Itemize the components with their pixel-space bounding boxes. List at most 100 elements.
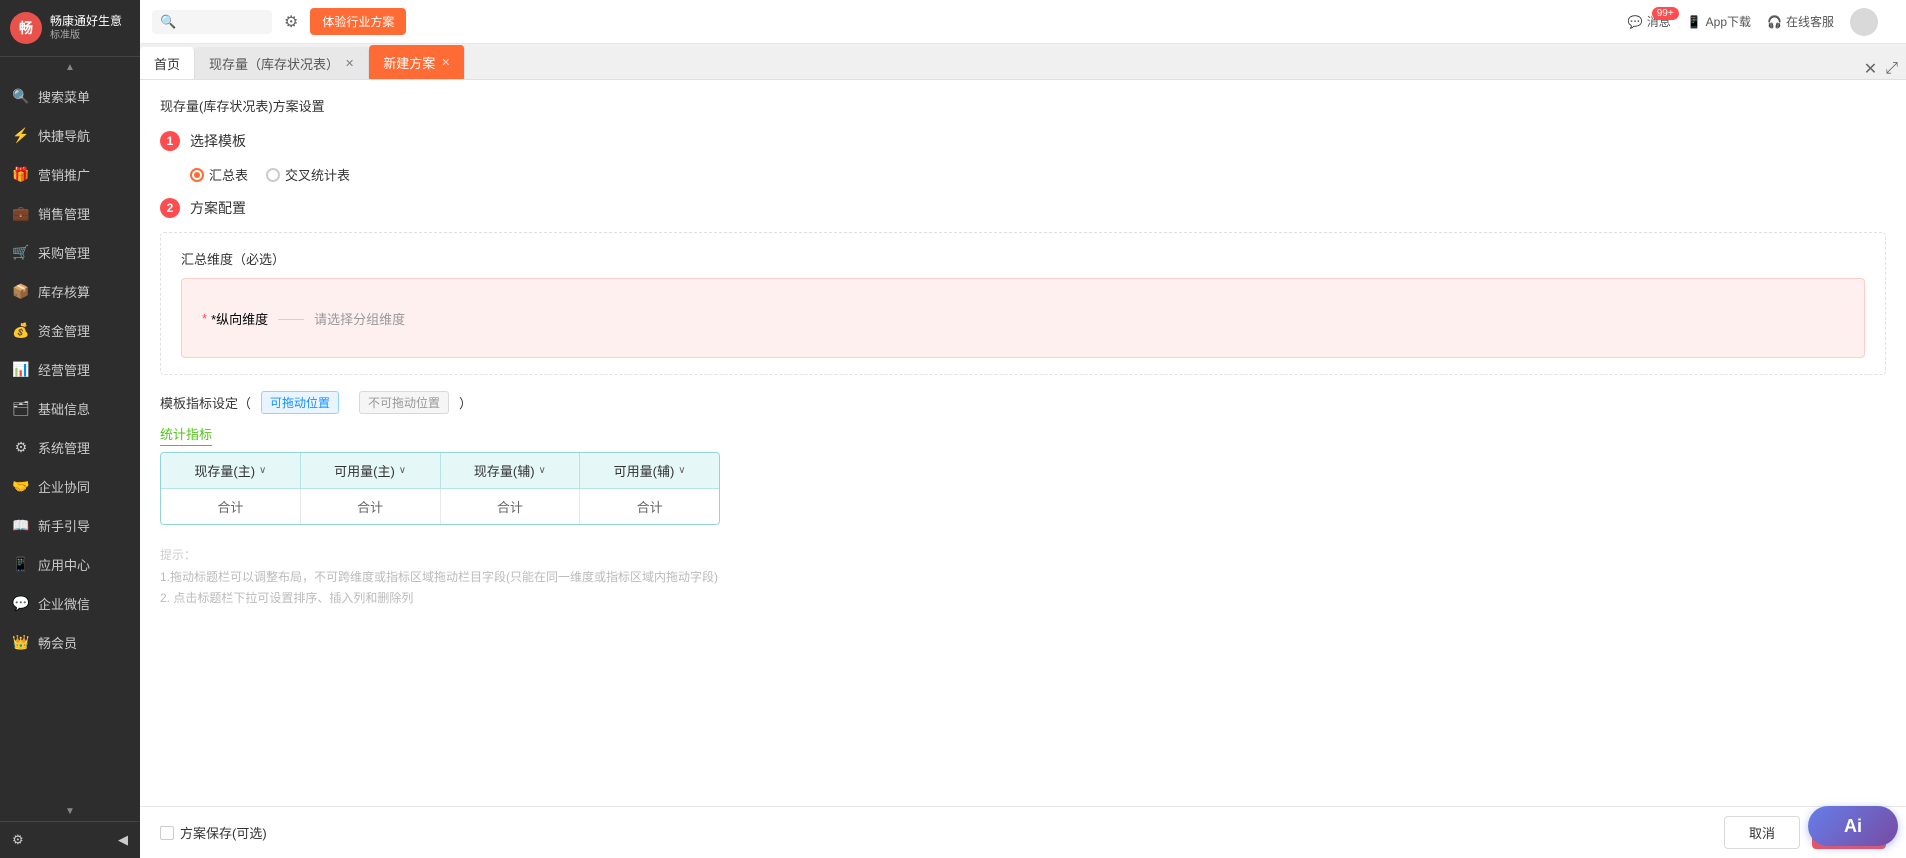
stats-col-header-2: 现存量(辅) ∨ bbox=[441, 453, 581, 488]
dimension-config-label: 汇总维度（必选） bbox=[181, 249, 1865, 268]
sidebar-label-system: 系统管理 bbox=[38, 438, 90, 457]
stats-col-label-2: 现存量(辅) bbox=[474, 461, 535, 480]
sidebar-item-app-center[interactable]: 📱 应用中心 bbox=[0, 545, 140, 584]
stats-section-title: 统计指标 bbox=[160, 424, 212, 446]
sidebar-label-basic: 基础信息 bbox=[38, 399, 90, 418]
radio-summary-dot bbox=[190, 168, 204, 182]
cancel-button[interactable]: 取消 bbox=[1724, 816, 1800, 849]
section2-label: 方案配置 bbox=[190, 198, 246, 218]
sidebar-label-marketing: 营销推广 bbox=[38, 165, 90, 184]
save-checkbox-box[interactable] bbox=[160, 826, 174, 840]
sidebar-item-enterprise[interactable]: 🤝 企业协同 bbox=[0, 467, 140, 506]
stats-col-label-0: 现存量(主) bbox=[194, 461, 255, 480]
section2-number: 2 bbox=[160, 198, 180, 218]
topbar-search-box: 🔍 bbox=[152, 10, 272, 34]
tip-1: 1.拖动标题栏可以调整布局，不可跨维度或指标区域拖动栏目字段(只能在同一维度或指… bbox=[160, 570, 718, 584]
radio-summary-table[interactable]: 汇总表 bbox=[190, 165, 248, 184]
sidebar-icon-app-center: 📱 bbox=[12, 556, 30, 574]
sidebar-icon-operation: 📊 bbox=[12, 361, 30, 379]
radio-cross-dot bbox=[266, 168, 280, 182]
radio-summary-label: 汇总表 bbox=[209, 165, 248, 184]
tip-2: 2. 点击标题栏下拉可设置排序、插入列和删除列 bbox=[160, 591, 413, 605]
indicator-settings-row: 模板指标设定（ 可拖动位置 不可拖动位置 ） bbox=[160, 391, 1886, 414]
user-avatar[interactable] bbox=[1850, 8, 1878, 36]
tab-close-icon[interactable]: ✕ bbox=[1864, 59, 1877, 79]
movable-indicator-tag: 可拖动位置 bbox=[261, 391, 339, 414]
sidebar-scroll-down[interactable]: ▼ bbox=[0, 801, 140, 821]
save-plan-checkbox[interactable]: 方案保存(可选) bbox=[160, 823, 267, 842]
sidebar-item-basic[interactable]: 🗂 基础信息 bbox=[0, 389, 140, 428]
tab-new-plan-close-icon[interactable]: ✕ bbox=[441, 56, 450, 69]
dimension-placeholder[interactable]: 请选择分组维度 bbox=[314, 309, 405, 328]
sidebar-scroll-up[interactable]: ▲ bbox=[0, 57, 140, 77]
stats-col-chevron-3[interactable]: ∨ bbox=[678, 465, 685, 476]
stats-col-chevron-1[interactable]: ∨ bbox=[399, 465, 406, 476]
message-badge: 99+ bbox=[1652, 7, 1679, 20]
stats-col-chevron-0[interactable]: ∨ bbox=[259, 465, 266, 476]
sidebar-icon-marketing: 🎁 bbox=[12, 166, 30, 184]
sidebar-icon-enterprise: 🤝 bbox=[12, 478, 30, 496]
section1-label: 选择模板 bbox=[190, 131, 246, 151]
tab-home[interactable]: 首页 bbox=[140, 47, 195, 79]
sidebar-item-finance[interactable]: 💰 资金管理 bbox=[0, 311, 140, 350]
tab-maximize-icon[interactable]: ⤢ bbox=[1885, 60, 1898, 78]
footer-bar: 方案保存(可选) 取消 查询 bbox=[140, 806, 1906, 858]
headset-icon: 🎧 bbox=[1767, 15, 1782, 29]
sidebar-item-marketing[interactable]: 🎁 营销推广 bbox=[0, 155, 140, 194]
stats-col-label-1: 可用量(主) bbox=[334, 461, 395, 480]
ai-float-button[interactable]: Ai bbox=[1808, 806, 1898, 846]
stats-col-chevron-2[interactable]: ∨ bbox=[539, 465, 546, 476]
sidebar-item-newbie[interactable]: 📖 新手引导 bbox=[0, 506, 140, 545]
sidebar-label-search: 搜索菜单 bbox=[38, 87, 90, 106]
sidebar-settings-icon[interactable]: ⚙ bbox=[12, 832, 24, 848]
sidebar-icon-system: ⚙ bbox=[12, 439, 30, 457]
stats-table: 现存量(主) ∨ 可用量(主) ∨ 现存量(辅) ∨ 可用量(辅) bbox=[160, 452, 720, 525]
sidebar-item-purchase[interactable]: 🛒 采购管理 bbox=[0, 233, 140, 272]
sidebar-logo: 畅 bbox=[10, 12, 42, 44]
app-download-button[interactable]: 📱 App下载 bbox=[1687, 13, 1751, 30]
sidebar-footer: ⚙ ◀ bbox=[0, 821, 140, 858]
section2-row: 2 方案配置 bbox=[160, 198, 1886, 218]
online-service-button[interactable]: 🎧 在线客服 bbox=[1767, 13, 1834, 30]
tab-inventory-close-icon[interactable]: ✕ bbox=[345, 57, 354, 70]
sidebar-item-search[interactable]: 🔍 搜索菜单 bbox=[0, 77, 140, 116]
sidebar-icon-quick-nav: ⚡ bbox=[12, 127, 30, 145]
sidebar-label-enterprise: 企业协同 bbox=[38, 477, 90, 496]
search-input[interactable] bbox=[180, 15, 260, 29]
sidebar-item-wechat[interactable]: 💬 企业微信 bbox=[0, 584, 140, 623]
main-area: 🔍 ⚙ 体验行业方案 💬 消息 99+ 📱 App下载 🎧 在线客服 bbox=[140, 0, 1906, 858]
tips-section: 提示： 1.拖动标题栏可以调整布局，不可跨维度或指标区域拖动栏目字段(只能在同一… bbox=[160, 545, 1886, 610]
tab-inventory[interactable]: 现存量（库存状况表） ✕ bbox=[195, 47, 369, 79]
sidebar-label-member: 畅会员 bbox=[38, 633, 77, 652]
indicator-close: ） bbox=[459, 393, 472, 412]
vertical-dimension-area: * *纵向维度 —— 请选择分组维度 bbox=[181, 278, 1865, 358]
sidebar-item-member[interactable]: 👑 畅会员 bbox=[0, 623, 140, 662]
fixed-indicator-tag: 不可拖动位置 bbox=[359, 391, 449, 414]
sidebar-label-purchase: 采购管理 bbox=[38, 243, 90, 262]
sidebar-item-system[interactable]: ⚙ 系统管理 bbox=[0, 428, 140, 467]
tab-new-plan[interactable]: 新建方案 ✕ bbox=[369, 45, 465, 79]
page-content: 现存量(库存状况表)方案设置 1 选择模板 汇总表 交叉统计表 2 方案配置 bbox=[140, 80, 1906, 806]
sidebar-label-operation: 经营管理 bbox=[38, 360, 90, 379]
ai-label: Ai bbox=[1844, 816, 1862, 837]
sidebar-item-sales[interactable]: 💼 销售管理 bbox=[0, 194, 140, 233]
stats-table-body: 合计 合计 合计 合计 bbox=[161, 488, 719, 524]
tab-inventory-label: 现存量（库存状况表） bbox=[209, 54, 339, 73]
gear-icon[interactable]: ⚙ bbox=[280, 8, 302, 36]
message-button[interactable]: 💬 消息 99+ bbox=[1628, 13, 1671, 30]
sidebar-collapse-icon[interactable]: ◀ bbox=[118, 832, 128, 848]
topbar: 🔍 ⚙ 体验行业方案 💬 消息 99+ 📱 App下载 🎧 在线客服 bbox=[140, 0, 1906, 44]
section1-number: 1 bbox=[160, 131, 180, 151]
stats-body-label-3: 合计 bbox=[637, 500, 663, 515]
radio-cross-table[interactable]: 交叉统计表 bbox=[266, 165, 350, 184]
sidebar-icon-inventory: 📦 bbox=[12, 283, 30, 301]
sidebar-item-quick-nav[interactable]: ⚡ 快捷导航 bbox=[0, 116, 140, 155]
stats-col-header-1: 可用量(主) ∨ bbox=[301, 453, 441, 488]
sidebar-icon-finance: 💰 bbox=[12, 322, 30, 340]
sidebar-label-wechat: 企业微信 bbox=[38, 594, 90, 613]
trial-industry-button[interactable]: 体验行业方案 bbox=[310, 8, 406, 35]
sidebar-item-inventory[interactable]: 📦 库存核算 bbox=[0, 272, 140, 311]
sidebar-icon-basic: 🗂 bbox=[12, 400, 30, 418]
sidebar-item-operation[interactable]: 📊 经营管理 bbox=[0, 350, 140, 389]
app-icon: 📱 bbox=[1687, 15, 1702, 29]
